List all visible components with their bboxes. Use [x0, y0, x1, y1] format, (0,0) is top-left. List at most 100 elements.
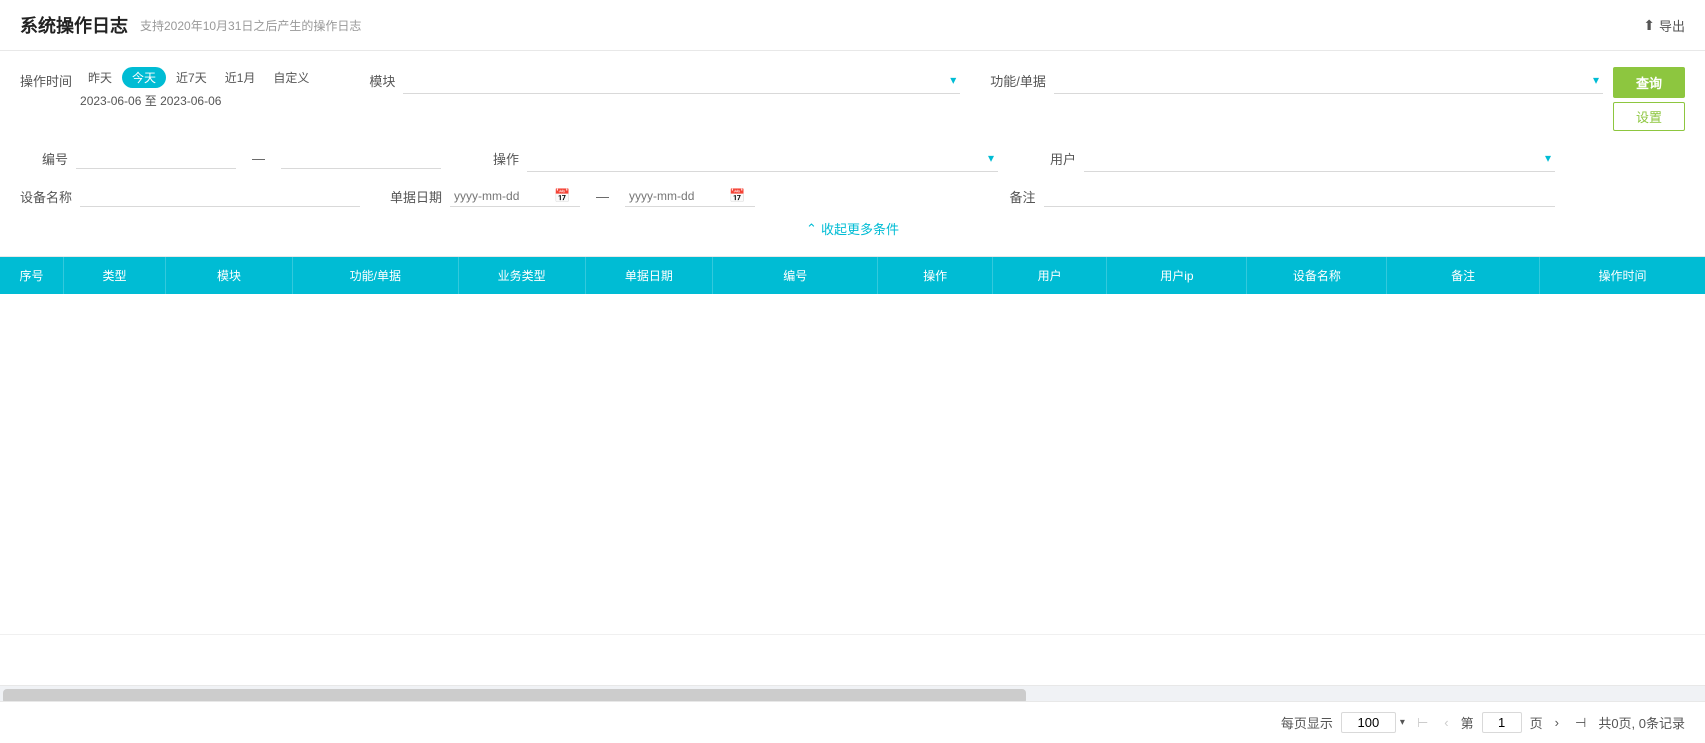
user-select-value — [1088, 147, 1541, 169]
table-container: 序号类型模块功能/单据业务类型单据日期编号操作用户用户ip设备名称备注操作时间 — [0, 257, 1705, 685]
table-col-备注: 备注 — [1387, 257, 1540, 294]
number-filter: 编号 — — [20, 149, 441, 169]
query-button[interactable]: 查询 — [1613, 67, 1685, 98]
calendar-end-icon[interactable]: 📅 — [729, 188, 745, 204]
page-size-select[interactable]: ▾ — [1341, 712, 1405, 733]
operation-filter: 操作 ▾ — [471, 145, 998, 172]
title-area: 系统操作日志 支持2020年10月31日之后产生的操作日志 — [20, 12, 361, 38]
table-col-序号: 序号 — [0, 257, 64, 294]
time-buttons-row: 昨天 今天 近7天 近1月 自定义 — [80, 67, 317, 88]
page-last-button[interactable]: ⊣ — [1571, 713, 1590, 733]
device-filter: 设备名称 — [20, 187, 360, 207]
operation-time-label: 操作时间 — [20, 71, 72, 90]
module-select-value — [407, 69, 946, 91]
bill-date-filter: 单据日期 📅 — 📅 — [390, 186, 958, 207]
operation-label: 操作 — [471, 149, 519, 168]
table-col-功能/单据: 功能/单据 — [293, 257, 458, 294]
operation-select-value — [531, 147, 984, 169]
table-body — [0, 294, 1705, 634]
operation-time-filter: 操作时间 昨天 今天 近7天 近1月 自定义 2023-06-06 至 2023… — [20, 67, 317, 109]
user-select[interactable]: ▾ — [1084, 145, 1555, 172]
filter-row-1: 操作时间 昨天 今天 近7天 近1月 自定义 2023-06-06 至 2023… — [20, 67, 1685, 131]
function-select[interactable]: ▾ — [1054, 67, 1603, 94]
table-header: 序号类型模块功能/单据业务类型单据日期编号操作用户用户ip设备名称备注操作时间 — [0, 257, 1705, 294]
export-button[interactable]: ⬆ 导出 — [1643, 16, 1685, 35]
table-header-row: 序号类型模块功能/单据业务类型单据日期编号操作用户用户ip设备名称备注操作时间 — [0, 257, 1705, 294]
scrollbar-thumb — [3, 689, 1026, 701]
remark-label: 备注 — [988, 187, 1036, 206]
page-size-input[interactable] — [1341, 712, 1396, 733]
export-icon: ⬆ — [1643, 17, 1655, 34]
time-btn-7days[interactable]: 近7天 — [168, 67, 215, 88]
module-select[interactable]: ▾ — [403, 67, 960, 94]
date-end-wrap: 📅 — [625, 186, 755, 207]
calendar-start-icon[interactable]: 📅 — [554, 188, 570, 204]
operation-select[interactable]: ▾ — [527, 145, 998, 172]
time-btn-1month[interactable]: 近1月 — [217, 67, 264, 88]
table-col-用户ip: 用户ip — [1107, 257, 1247, 294]
user-filter: 用户 ▾ — [1028, 145, 1555, 172]
module-filter: 模块 ▾ — [347, 67, 960, 94]
page-title: 系统操作日志 — [20, 12, 128, 38]
page-unit: 页 — [1530, 713, 1543, 732]
function-label: 功能/单据 — [990, 71, 1046, 90]
number-label: 编号 — [20, 149, 68, 168]
action-buttons: 查询 设置 — [1613, 67, 1685, 131]
date-separator: — — [596, 189, 609, 204]
time-btn-today[interactable]: 今天 — [122, 67, 166, 88]
number-start-input[interactable] — [76, 149, 236, 169]
setting-button[interactable]: 设置 — [1613, 102, 1685, 131]
table-col-设备名称: 设备名称 — [1247, 257, 1387, 294]
page-subtitle: 支持2020年10月31日之后产生的操作日志 — [140, 17, 361, 34]
table-col-类型: 类型 — [64, 257, 166, 294]
table-col-用户: 用户 — [992, 257, 1107, 294]
time-options: 昨天 今天 近7天 近1月 自定义 2023-06-06 至 2023-06-0… — [80, 67, 317, 109]
empty-row — [0, 294, 1705, 634]
module-label: 模块 — [347, 71, 395, 90]
data-table: 序号类型模块功能/单据业务类型单据日期编号操作用户用户ip设备名称备注操作时间 — [0, 257, 1705, 635]
function-select-value — [1058, 69, 1589, 91]
table-col-业务类型: 业务类型 — [458, 257, 585, 294]
date-start-wrap: 📅 — [450, 186, 580, 207]
filter-area: 操作时间 昨天 今天 近7天 近1月 自定义 2023-06-06 至 2023… — [0, 51, 1705, 257]
operation-dropdown-icon: ▾ — [988, 151, 994, 165]
device-label: 设备名称 — [20, 187, 72, 206]
page-next-button[interactable]: › — [1551, 713, 1563, 732]
time-btn-yesterday[interactable]: 昨天 — [80, 67, 120, 88]
device-input[interactable] — [80, 187, 360, 207]
remark-input[interactable] — [1044, 187, 1556, 207]
date-end-input[interactable] — [629, 189, 729, 203]
filter-row-3: 设备名称 单据日期 📅 — 📅 备注 — [20, 186, 1685, 207]
current-page-input[interactable] — [1482, 712, 1522, 733]
page-prev-button[interactable]: ‹ — [1440, 713, 1452, 732]
page-container: 系统操作日志 支持2020年10月31日之后产生的操作日志 ⬆ 导出 操作时间 … — [0, 0, 1705, 743]
per-page-label: 每页显示 — [1281, 713, 1333, 732]
remark-filter: 备注 — [988, 187, 1556, 207]
empty-cell — [0, 294, 1705, 634]
table-col-模块: 模块 — [165, 257, 292, 294]
user-label: 用户 — [1028, 149, 1076, 168]
function-dropdown-icon: ▾ — [1593, 73, 1599, 87]
horizontal-scrollbar[interactable] — [0, 685, 1705, 701]
page-header: 系统操作日志 支持2020年10月31日之后产生的操作日志 ⬆ 导出 — [0, 0, 1705, 51]
module-dropdown-icon: ▾ — [950, 73, 956, 87]
collapse-row: ⌃ 收起更多条件 — [20, 213, 1685, 248]
collapse-label: 收起更多条件 — [821, 219, 899, 238]
time-range-display: 2023-06-06 至 2023-06-06 — [80, 92, 317, 109]
date-start-input[interactable] — [454, 189, 554, 203]
collapse-chevron-icon: ⌃ — [806, 221, 817, 237]
table-col-操作: 操作 — [878, 257, 993, 294]
page-label: 第 — [1461, 713, 1474, 732]
page-total: 共0页, 0条记录 — [1598, 713, 1685, 732]
bill-date-label: 单据日期 — [390, 187, 442, 206]
export-label: 导出 — [1659, 16, 1685, 35]
table-col-单据日期: 单据日期 — [585, 257, 712, 294]
time-btn-custom[interactable]: 自定义 — [265, 67, 317, 88]
number-end-input[interactable] — [281, 149, 441, 169]
page-size-dropdown-icon: ▾ — [1400, 717, 1405, 728]
collapse-button[interactable]: ⌃ 收起更多条件 — [806, 219, 899, 238]
table-col-操作时间: 操作时间 — [1539, 257, 1705, 294]
function-filter: 功能/单据 ▾ — [990, 67, 1603, 94]
page-first-button[interactable]: ⊢ — [1413, 713, 1432, 733]
filter-row-2: 编号 — 操作 ▾ 用户 ▾ — [20, 145, 1685, 172]
